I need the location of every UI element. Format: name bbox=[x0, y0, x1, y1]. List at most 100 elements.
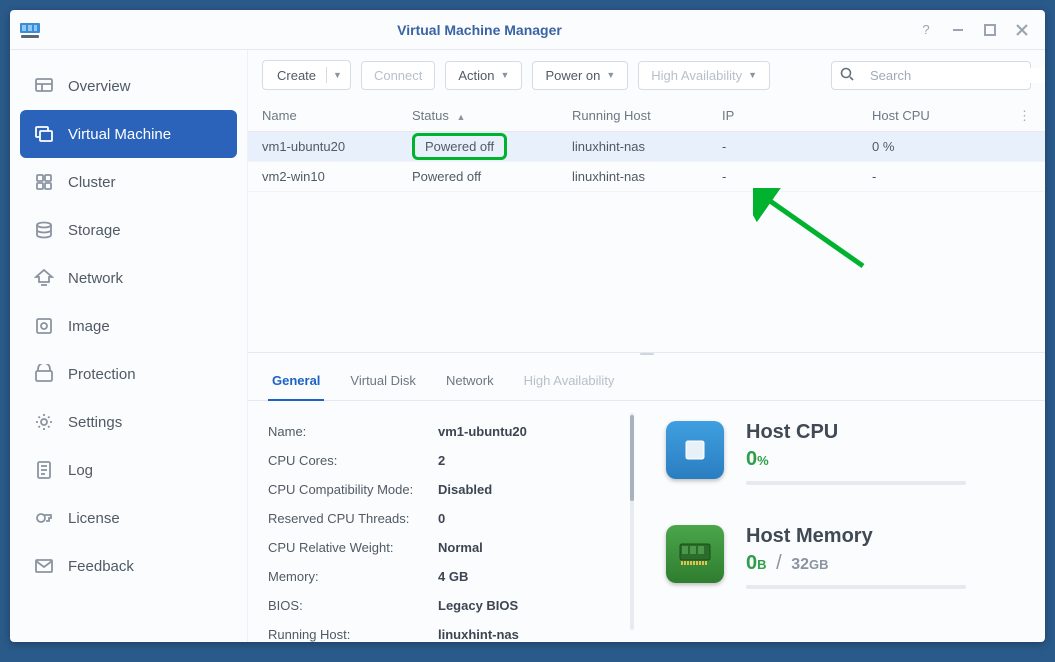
search-input[interactable] bbox=[870, 68, 1045, 83]
prop-label: Name: bbox=[268, 424, 438, 439]
sidebar-item-license[interactable]: License bbox=[20, 494, 237, 542]
sort-asc-icon: ▲ bbox=[456, 112, 465, 122]
sidebar-item-label: Overview bbox=[68, 78, 131, 95]
create-button[interactable]: Create ▼ bbox=[262, 60, 351, 90]
col-ip[interactable]: IP bbox=[722, 108, 872, 123]
metric-sep: / bbox=[776, 552, 782, 574]
metric-host-memory: Host Memory 0B / 32GB bbox=[666, 525, 1015, 589]
toolbar: Create ▼ Connect Action ▼ Power on ▼ Hig… bbox=[248, 50, 1045, 100]
col-name[interactable]: Name bbox=[262, 108, 412, 123]
sidebar-item-feedback[interactable]: Feedback bbox=[20, 542, 237, 590]
table-row[interactable]: vm2-win10 Powered off linuxhint-nas - - bbox=[248, 162, 1045, 192]
sidebar-item-label: Storage bbox=[68, 222, 121, 239]
metric-value: 0 bbox=[746, 448, 757, 470]
sidebar-item-label: Virtual Machine bbox=[68, 126, 171, 143]
vm-host-cpu: 0 % bbox=[872, 139, 1011, 154]
sidebar-item-label: License bbox=[68, 510, 120, 527]
power-on-button[interactable]: Power on ▼ bbox=[532, 61, 628, 90]
settings-icon bbox=[34, 412, 54, 432]
prop-value: Normal bbox=[438, 540, 483, 555]
tab-general[interactable]: General bbox=[268, 367, 324, 400]
window-title: Virtual Machine Manager bbox=[42, 22, 917, 38]
chevron-down-icon: ▼ bbox=[748, 70, 757, 80]
metric-unit: B bbox=[757, 557, 766, 572]
image-icon bbox=[34, 316, 54, 336]
col-status[interactable]: Status ▲ bbox=[412, 108, 572, 123]
app-icon bbox=[18, 18, 42, 42]
sidebar-item-label: Protection bbox=[68, 366, 136, 383]
metrics-panel: Host CPU 0% bbox=[636, 401, 1045, 642]
tab-network[interactable]: Network bbox=[442, 367, 498, 400]
annotation-arrow bbox=[753, 188, 883, 278]
chevron-down-icon: ▼ bbox=[333, 70, 342, 80]
prop-label: CPU Cores: bbox=[268, 453, 438, 468]
sidebar-item-settings[interactable]: Settings bbox=[20, 398, 237, 446]
sidebar-item-cluster[interactable]: Cluster bbox=[20, 158, 237, 206]
vm-ip: - bbox=[722, 169, 872, 184]
prop-label: Memory: bbox=[268, 569, 438, 584]
button-label: Connect bbox=[374, 68, 422, 83]
vm-running-host: linuxhint-nas bbox=[572, 139, 722, 154]
vm-name: vm2-win10 bbox=[262, 169, 412, 184]
search-box[interactable] bbox=[831, 61, 1031, 90]
metric-title: Host Memory bbox=[746, 525, 1015, 548]
detail-panel: General Virtual Disk Network High Availa… bbox=[248, 352, 1045, 642]
search-icon bbox=[840, 67, 854, 84]
connect-button[interactable]: Connect bbox=[361, 61, 435, 90]
cpu-icon bbox=[666, 421, 724, 479]
col-running-host[interactable]: Running Host bbox=[572, 108, 722, 123]
sidebar-item-protection[interactable]: Protection bbox=[20, 350, 237, 398]
sidebar-item-label: Settings bbox=[68, 414, 122, 431]
close-icon[interactable] bbox=[1013, 21, 1031, 39]
sidebar-item-image[interactable]: Image bbox=[20, 302, 237, 350]
prop-value: 0 bbox=[438, 511, 445, 526]
scrollbar[interactable] bbox=[630, 413, 634, 630]
resize-grip[interactable] bbox=[631, 352, 663, 358]
help-icon[interactable]: ? bbox=[917, 21, 935, 39]
sidebar-item-overview[interactable]: Overview bbox=[20, 62, 237, 110]
action-button[interactable]: Action ▼ bbox=[445, 61, 522, 90]
metric-total-unit: GB bbox=[809, 557, 829, 572]
vm-status: Powered off bbox=[412, 133, 507, 160]
tab-virtual-disk[interactable]: Virtual Disk bbox=[346, 367, 420, 400]
maximize-icon[interactable] bbox=[981, 21, 999, 39]
button-label: High Availability bbox=[651, 68, 742, 83]
sidebar-item-label: Image bbox=[68, 318, 110, 335]
memory-icon bbox=[666, 525, 724, 583]
overview-icon bbox=[34, 76, 54, 96]
vm-host-cpu: - bbox=[872, 169, 1011, 184]
table-header: Name Status ▲ Running Host IP Host CPU ⋮ bbox=[248, 100, 1045, 132]
protection-icon bbox=[34, 364, 54, 384]
more-columns-icon[interactable]: ⋮ bbox=[1011, 108, 1031, 124]
metric-title: Host CPU bbox=[746, 421, 1015, 444]
sidebar-item-label: Cluster bbox=[68, 174, 116, 191]
prop-value: 2 bbox=[438, 453, 445, 468]
progress-bar bbox=[746, 585, 966, 589]
sidebar-item-network[interactable]: Network bbox=[20, 254, 237, 302]
titlebar: Virtual Machine Manager ? bbox=[10, 10, 1045, 50]
prop-value: 4 GB bbox=[438, 569, 468, 584]
sidebar-item-storage[interactable]: Storage bbox=[20, 206, 237, 254]
sidebar-item-virtual-machine[interactable]: Virtual Machine bbox=[20, 110, 237, 158]
sidebar-item-log[interactable]: Log bbox=[20, 446, 237, 494]
chevron-down-icon: ▼ bbox=[501, 70, 510, 80]
feedback-icon bbox=[34, 556, 54, 576]
minimize-icon[interactable] bbox=[949, 21, 967, 39]
table-row[interactable]: vm1-ubuntu20 Powered off linuxhint-nas -… bbox=[248, 132, 1045, 162]
vm-status: Powered off bbox=[412, 169, 572, 184]
prop-value: Disabled bbox=[438, 482, 492, 497]
sidebar-item-label: Log bbox=[68, 462, 93, 479]
virtual-machine-icon bbox=[34, 124, 54, 144]
col-host-cpu[interactable]: Host CPU bbox=[872, 108, 1011, 123]
metric-total: 32 bbox=[791, 556, 809, 573]
high-availability-button[interactable]: High Availability ▼ bbox=[638, 61, 770, 90]
button-label: Power on bbox=[545, 68, 600, 83]
tab-high-availability[interactable]: High Availability bbox=[520, 367, 619, 400]
chevron-down-icon: ▼ bbox=[606, 70, 615, 80]
button-label: Action bbox=[458, 68, 494, 83]
button-label: Create bbox=[277, 68, 316, 83]
metric-value: 0 bbox=[746, 552, 757, 574]
log-icon bbox=[34, 460, 54, 480]
sidebar: Overview Virtual Machine Cluster Storage bbox=[10, 50, 248, 642]
prop-label: CPU Relative Weight: bbox=[268, 540, 438, 555]
